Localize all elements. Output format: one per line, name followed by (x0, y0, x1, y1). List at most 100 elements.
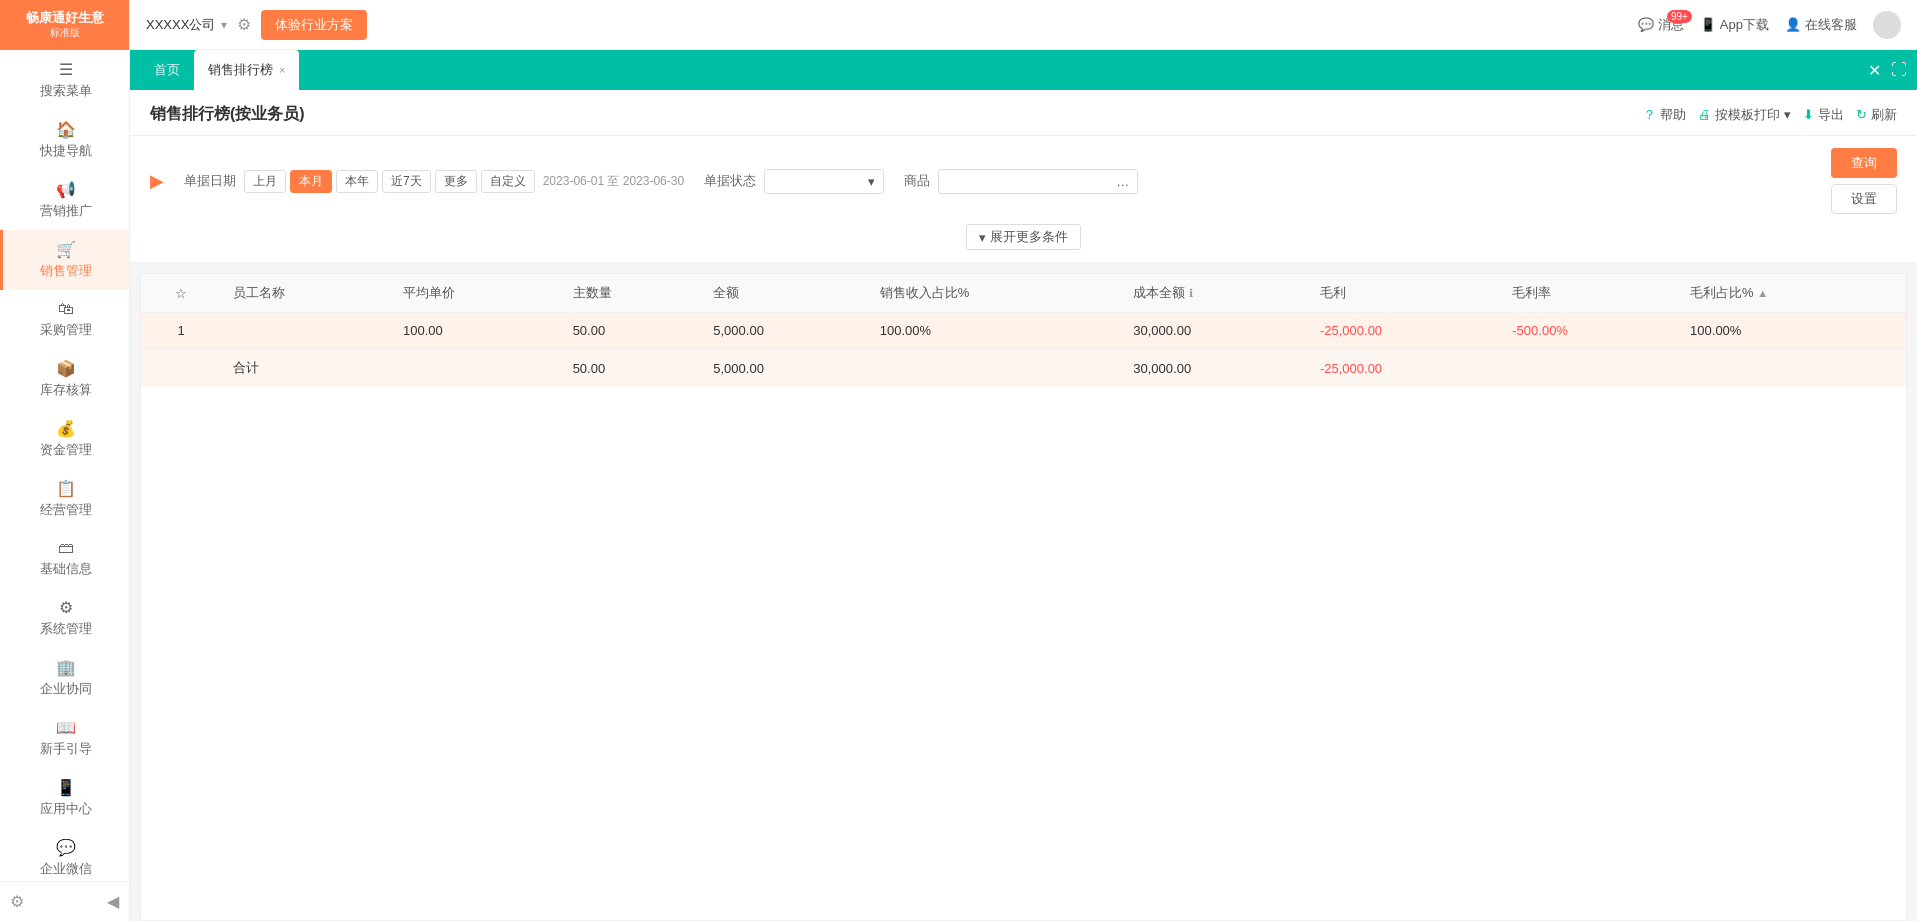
date-btn-current-year[interactable]: 本年 (336, 170, 378, 193)
tab-active-label: 销售排行榜 (208, 61, 273, 79)
col-amount: 全额 (701, 274, 868, 313)
help-button[interactable]: ？ 帮助 (1643, 106, 1686, 124)
export-button[interactable]: ⬇ 导出 (1803, 106, 1844, 124)
sidebar-item-app-center[interactable]: 📱 应用中心 (0, 768, 129, 828)
database-icon: 🗃 (58, 539, 74, 557)
message-icon: 💬 (1638, 17, 1654, 32)
building-icon: 🏢 (56, 658, 76, 677)
sidebar-item-label: 搜索菜单 (40, 82, 92, 100)
sidebar-item-sales[interactable]: 🛒 销售管理 (0, 230, 129, 290)
user-avatar[interactable] (1873, 11, 1901, 39)
sidebar-item-purchase[interactable]: 🛍 采购管理 (0, 290, 129, 349)
goods-input[interactable]: … (938, 169, 1138, 194)
settings-button[interactable]: 设置 (1831, 184, 1897, 214)
gross-pct-info-icon: ▲ (1757, 287, 1768, 299)
date-btn-current-month[interactable]: 本月 (290, 170, 332, 193)
date-btn-more[interactable]: 更多 (435, 170, 477, 193)
print-button[interactable]: 🖨 按模板打印 ▾ (1698, 106, 1791, 124)
cell-rank: 1 (141, 313, 221, 349)
date-btn-custom[interactable]: 自定义 (481, 170, 535, 193)
tab-maximize-icon[interactable]: ⛶ (1891, 61, 1907, 80)
date-btn-7days[interactable]: 近7天 (382, 170, 431, 193)
footer-empty2 (391, 349, 561, 388)
sidebar-nav: ☰ 搜索菜单 🏠 快捷导航 📢 营销推广 🛒 销售管理 🛍 采购管理 📦 库存核… (0, 50, 129, 881)
col-avg-price: 平均单价 (391, 274, 561, 313)
topbar: XXXXX公司 ▾ ⚙ 体验行业方案 💬 消息 99+ 📱 App下载 👤 在线… (130, 0, 1917, 50)
wechat-icon: 💬 (56, 838, 76, 857)
table-row: 1 100.00 50.00 5,000.00 100.00% 30,000.0… (141, 313, 1906, 349)
tab-close-window-icon[interactable]: ✕ (1868, 61, 1881, 80)
topbar-online-service[interactable]: 👤 在线客服 (1785, 16, 1857, 34)
sidebar-item-basic-info[interactable]: 🗃 基础信息 (0, 529, 129, 588)
help-label: 帮助 (1660, 106, 1686, 124)
cell-cost: 30,000.00 (1121, 313, 1308, 349)
table-wrap: ☆ 员工名称 平均单价 主数量 全额 销售收入占比% 成本全额 ℹ 毛利 毛利率… (140, 273, 1907, 921)
col-quantity: 主数量 (561, 274, 702, 313)
sidebar-item-quick-nav[interactable]: 🏠 快捷导航 (0, 110, 129, 170)
phone-icon: 📱 (56, 778, 76, 797)
topbar-message[interactable]: 💬 消息 99+ (1638, 16, 1684, 34)
sidebar-item-marketing[interactable]: 📢 营销推广 (0, 170, 129, 230)
filter-collapse-icon[interactable]: ▶ (150, 170, 164, 192)
export-label: 导出 (1818, 106, 1844, 124)
cell-name (221, 313, 391, 349)
tab-sales-ranking[interactable]: 销售排行榜 × (194, 50, 299, 90)
cell-quantity: 50.00 (561, 313, 702, 349)
sidebar-item-label: 新手引导 (40, 740, 92, 758)
date-label: 单据日期 (184, 172, 236, 190)
tab-home[interactable]: 首页 (140, 50, 194, 90)
tab-close-icon[interactable]: × (279, 64, 285, 76)
table-header-row: ☆ 员工名称 平均单价 主数量 全额 销售收入占比% 成本全额 ℹ 毛利 毛利率… (141, 274, 1906, 313)
topbar-app-download[interactable]: 📱 App下载 (1700, 16, 1769, 34)
col-gross-rate: 毛利率 (1500, 274, 1678, 313)
col-gross-pct: 毛利占比% ▲ (1678, 274, 1906, 313)
sidebar-item-enterprise-wechat[interactable]: 💬 企业微信 (0, 828, 129, 881)
main-area: XXXXX公司 ▾ ⚙ 体验行业方案 💬 消息 99+ 📱 App下载 👤 在线… (130, 0, 1917, 921)
sidebar-item-operation[interactable]: 📋 经营管理 (0, 469, 129, 529)
page-content: 销售排行榜(按业务员) ？ 帮助 🖨 按模板打印 ▾ ⬇ 导出 ↻ 刷新 (130, 90, 1917, 921)
sidebar-item-inventory[interactable]: 📦 库存核算 (0, 349, 129, 409)
filter-area: ▶ 单据日期 上月 本月 本年 近7天 更多 自定义 2023-06-01 至 … (130, 136, 1917, 263)
page-actions: ？ 帮助 🖨 按模板打印 ▾ ⬇ 导出 ↻ 刷新 (1643, 106, 1897, 124)
sidebar-item-finance[interactable]: 💰 资金管理 (0, 409, 129, 469)
footer-cost: 30,000.00 (1121, 349, 1308, 388)
print-chevron-icon: ▾ (1784, 107, 1791, 122)
date-btn-prev-month[interactable]: 上月 (244, 170, 286, 193)
sidebar-item-label: 库存核算 (40, 381, 92, 399)
refresh-button[interactable]: ↻ 刷新 (1856, 106, 1897, 124)
expand-more-button[interactable]: ▾ 展开更多条件 (966, 224, 1081, 250)
export-icon: ⬇ (1803, 107, 1814, 122)
sidebar-item-label: 销售管理 (40, 262, 92, 280)
col-sales-pct: 销售收入占比% (868, 274, 1121, 313)
col-cost: 成本全额 ℹ (1121, 274, 1308, 313)
status-select[interactable]: ▾ (764, 169, 884, 194)
page-header: 销售排行榜(按业务员) ？ 帮助 🖨 按模板打印 ▾ ⬇ 导出 ↻ 刷新 (130, 90, 1917, 136)
sidebar-item-guide[interactable]: 📖 新手引导 (0, 708, 129, 768)
table-footer-row: 合计 50.00 5,000.00 30,000.00 -25,000.00 (141, 349, 1906, 388)
search-order-icon: ☰ (59, 60, 73, 79)
sidebar-item-label: 营销推广 (40, 202, 92, 220)
col-rank: ☆ (141, 274, 221, 313)
sidebar-item-system[interactable]: ⚙ 系统管理 (0, 588, 129, 648)
box-icon: 📦 (56, 359, 76, 378)
logo-sub: 标准版 (50, 26, 80, 40)
query-button[interactable]: 查询 (1831, 148, 1897, 178)
megaphone-icon: 📢 (56, 180, 76, 199)
service-label: 在线客服 (1805, 16, 1857, 34)
sidebar-logo: 畅康通好生意 标准版 (0, 0, 129, 50)
print-label: 按模板打印 (1715, 106, 1780, 124)
collapse-icon[interactable]: ◀ (107, 892, 119, 911)
settings-bottom-icon[interactable]: ⚙ (10, 892, 24, 911)
trial-button[interactable]: 体验行业方案 (261, 10, 367, 40)
bag-icon: 🛍 (58, 300, 74, 318)
cart-icon: 🛒 (56, 240, 76, 259)
sidebar-item-search-order[interactable]: ☰ 搜索菜单 (0, 50, 129, 110)
date-buttons: 上月 本月 本年 近7天 更多 自定义 (244, 170, 535, 193)
message-badge: 99+ (1667, 10, 1692, 23)
status-label: 单据状态 (704, 172, 756, 190)
company-selector[interactable]: XXXXX公司 ▾ (146, 16, 227, 34)
topbar-gear-icon[interactable]: ⚙ (237, 15, 251, 34)
clipboard-icon: 📋 (56, 479, 76, 498)
sidebar-item-enterprise[interactable]: 🏢 企业协同 (0, 648, 129, 708)
gear-icon: ⚙ (59, 598, 73, 617)
